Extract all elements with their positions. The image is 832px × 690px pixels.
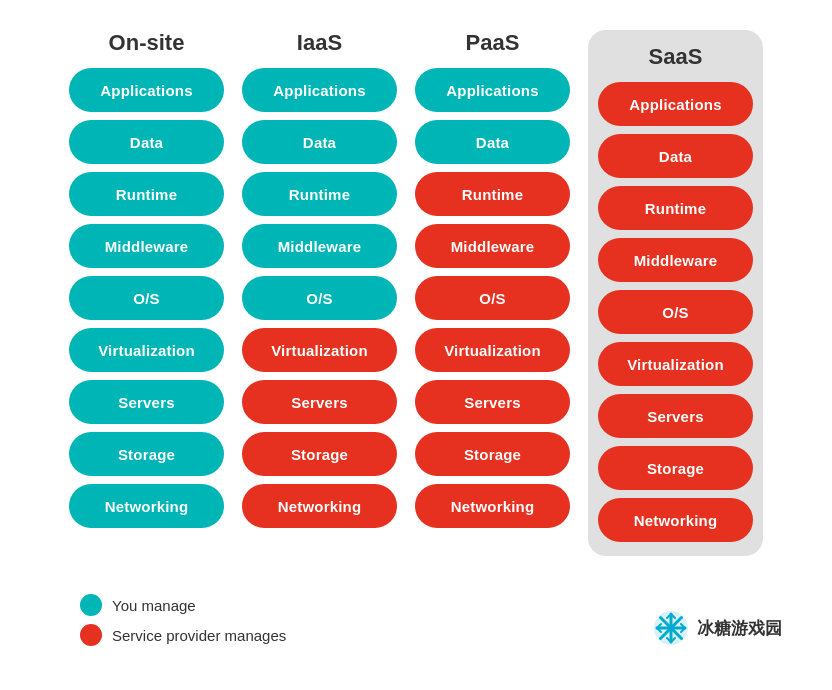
pill-paas-3: Middleware — [415, 224, 570, 268]
pill-paas-2: Runtime — [415, 172, 570, 216]
pill-paas-8: Networking — [415, 484, 570, 528]
pill-paas-4: O/S — [415, 276, 570, 320]
main-container: On-site Applications Data Runtime Middleware… — [20, 20, 812, 646]
logo-area: 冰糖游戏园 — [653, 610, 782, 646]
logo-text: 冰糖游戏园 — [697, 617, 782, 640]
pill-onsite-2: Runtime — [69, 172, 224, 216]
pill-paas-0: Applications — [415, 68, 570, 112]
pill-saas-4: O/S — [598, 290, 753, 334]
pill-saas-3: Middleware — [598, 238, 753, 282]
columns-wrapper: On-site Applications Data Runtime Middleware… — [20, 20, 812, 566]
pill-iaas-5: Virtualization — [242, 328, 397, 372]
pill-onsite-7: Storage — [69, 432, 224, 476]
column-header-saas: SaaS — [649, 44, 703, 70]
legend-item-1: Service provider manages — [80, 624, 286, 646]
pill-saas-8: Networking — [598, 498, 753, 542]
legend-label-0: You manage — [112, 597, 196, 614]
pill-saas-5: Virtualization — [598, 342, 753, 386]
column-header-paas: PaaS — [466, 30, 520, 56]
pill-iaas-3: Middleware — [242, 224, 397, 268]
pill-paas-5: Virtualization — [415, 328, 570, 372]
column-paas: PaaS Applications Data Runtime Middleware O/S… — [415, 30, 570, 528]
pill-iaas-6: Servers — [242, 380, 397, 424]
legend-label-1: Service provider manages — [112, 627, 286, 644]
pill-iaas-2: Runtime — [242, 172, 397, 216]
snowflake-icon — [653, 610, 689, 646]
column-onsite: On-site Applications Data Runtime Middleware… — [69, 30, 224, 528]
pill-onsite-3: Middleware — [69, 224, 224, 268]
legend-item-0: You manage — [80, 594, 286, 616]
pill-iaas-1: Data — [242, 120, 397, 164]
legend-dot-red — [80, 624, 102, 646]
pill-onsite-4: O/S — [69, 276, 224, 320]
legend: You manage Service provider manages — [80, 594, 286, 646]
pill-saas-1: Data — [598, 134, 753, 178]
pill-iaas-7: Storage — [242, 432, 397, 476]
pill-saas-2: Runtime — [598, 186, 753, 230]
pill-iaas-0: Applications — [242, 68, 397, 112]
pill-paas-1: Data — [415, 120, 570, 164]
pill-paas-7: Storage — [415, 432, 570, 476]
pill-onsite-5: Virtualization — [69, 328, 224, 372]
pill-iaas-4: O/S — [242, 276, 397, 320]
pill-saas-6: Servers — [598, 394, 753, 438]
column-header-iaas: IaaS — [297, 30, 342, 56]
pill-onsite-1: Data — [69, 120, 224, 164]
column-header-onsite: On-site — [109, 30, 185, 56]
pill-onsite-6: Servers — [69, 380, 224, 424]
column-saas: SaaS Applications Data Runtime Middleware O/S… — [588, 30, 763, 556]
pill-saas-7: Storage — [598, 446, 753, 490]
column-iaas: IaaS Applications Data Runtime Middleware O/S… — [242, 30, 397, 528]
pill-saas-0: Applications — [598, 82, 753, 126]
pill-paas-6: Servers — [415, 380, 570, 424]
pill-onsite-8: Networking — [69, 484, 224, 528]
legend-dot-teal — [80, 594, 102, 616]
pill-iaas-8: Networking — [242, 484, 397, 528]
pill-onsite-0: Applications — [69, 68, 224, 112]
bottom-row: You manage Service provider manages 冰糖游戏园 — [20, 576, 812, 646]
